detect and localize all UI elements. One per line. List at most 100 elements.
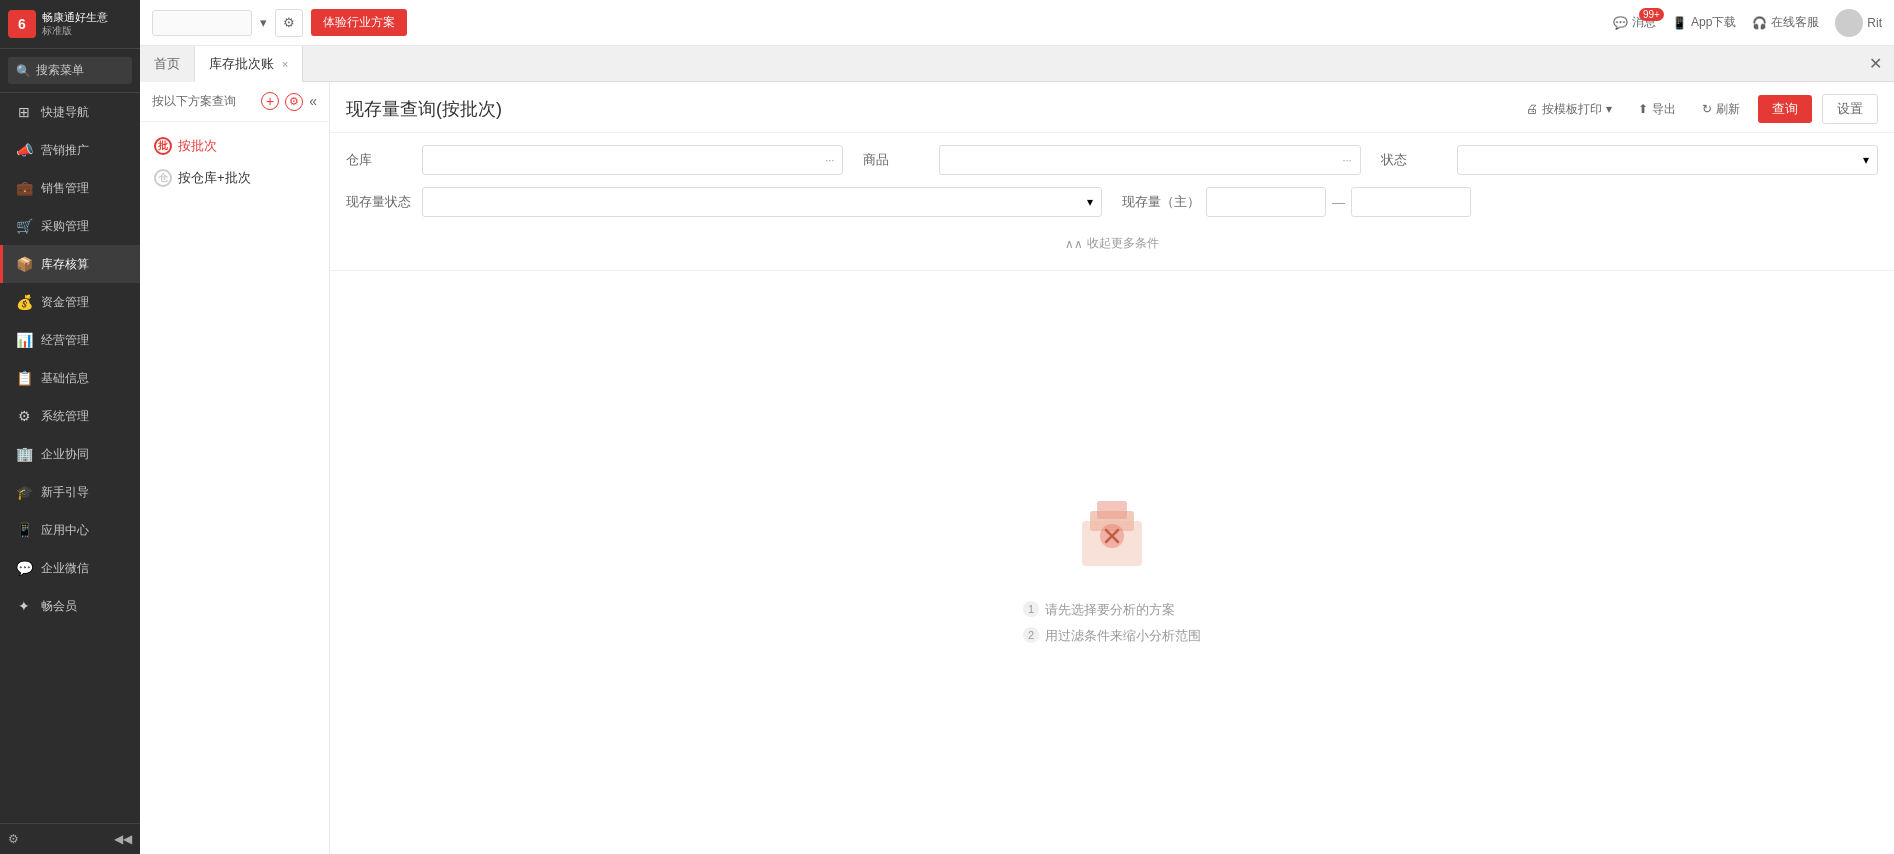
sidebar-item-basic[interactable]: 📋 基础信息 [0, 359, 140, 397]
svg-rect-2 [1097, 501, 1127, 519]
sidebar-item-inventory[interactable]: 📦 库存核算 [0, 245, 140, 283]
sidebar-item-system[interactable]: ⚙ 系统管理 [0, 397, 140, 435]
warehouse-input[interactable]: ··· [422, 145, 843, 175]
status-label: 状态 [1381, 151, 1451, 169]
footer-collapse-button[interactable]: ◀◀ [114, 832, 132, 846]
system-label: 系统管理 [41, 408, 89, 425]
online-support-action[interactable]: 🎧 在线客服 [1752, 14, 1819, 31]
export-button[interactable]: ⬆ 导出 [1630, 97, 1684, 122]
basic-icon: 📋 [15, 369, 33, 387]
product-input[interactable]: ··· [939, 145, 1360, 175]
empty-tip-1: 1 请先选择要分析的方案 [1023, 601, 1201, 619]
status-dropdown-icon: ▾ [1863, 153, 1869, 167]
tab-inventory-batch[interactable]: 库存批次账 × [195, 46, 303, 82]
inventory-qty-label: 现存量（主） [1122, 193, 1200, 211]
edition-label: 标准版 [42, 24, 108, 38]
status-select[interactable]: ▾ [1457, 145, 1878, 175]
print-button[interactable]: 🖨 按模板打印 ▾ [1518, 97, 1620, 122]
basic-label: 基础信息 [41, 370, 89, 387]
settings-icon: ⚙ [8, 832, 19, 846]
scheme-item-warehouse-batch[interactable]: 仓 按仓库+批次 [140, 162, 329, 194]
status-field: 状态 ▾ [1381, 145, 1878, 175]
user-avatar [1835, 9, 1863, 37]
product-more-icon[interactable]: ··· [1342, 154, 1351, 166]
search-menu-label: 搜索菜单 [36, 62, 84, 79]
print-icon: 🖨 [1526, 102, 1538, 116]
collapse-conditions-button[interactable]: ∧∧ 收起更多条件 [1065, 229, 1159, 258]
tab-home[interactable]: 首页 [140, 46, 195, 82]
member-label: 畅会员 [41, 598, 77, 615]
print-dropdown-icon: ▾ [1606, 102, 1612, 116]
sidebar-item-finance[interactable]: 💰 资金管理 [0, 283, 140, 321]
empty-illustration [1062, 481, 1162, 581]
industry-plan-button[interactable]: 体验行业方案 [311, 9, 407, 36]
scheme-item-batch[interactable]: 批 按批次 [140, 130, 329, 162]
sidebar-item-purchase[interactable]: 🛒 采购管理 [0, 207, 140, 245]
newbie-icon: 🎓 [15, 483, 33, 501]
settings-button[interactable]: 设置 [1822, 94, 1878, 124]
page-header: 现存量查询(按批次) 🖨 按模板打印 ▾ ⬆ 导出 ↻ [330, 82, 1894, 133]
sidebar-item-enterprise[interactable]: 🏢 企业协同 [0, 435, 140, 473]
search-icon: 🔍 [16, 64, 31, 78]
member-icon: ✦ [15, 597, 33, 615]
inventory-qty-field: 现存量（主） — [1122, 187, 1878, 217]
inventory-status-select[interactable]: ▾ [422, 187, 1102, 217]
user-name: Rit [1867, 16, 1882, 30]
messages-action[interactable]: 💬 消息 99+ [1613, 14, 1656, 31]
empty-tip-2: 2 用过滤条件来缩小分析范围 [1023, 627, 1201, 645]
collapse-label: 收起更多条件 [1087, 235, 1159, 252]
collapse-chevron-icon: ∧∧ [1065, 237, 1083, 251]
purchase-label: 采购管理 [41, 218, 89, 235]
search-menu-button[interactable]: 🔍 搜索菜单 [8, 57, 132, 84]
user-profile-action[interactable]: Rit [1835, 9, 1882, 37]
sidebar-item-sales[interactable]: 💼 销售管理 [0, 169, 140, 207]
purchase-icon: 🛒 [15, 217, 33, 235]
tab-panel-close-button[interactable]: ✕ [1857, 46, 1894, 82]
inventory-qty-max-input[interactable] [1351, 187, 1471, 217]
app-download-action[interactable]: 📱 App下载 [1672, 14, 1736, 31]
quick-nav-label: 快捷导航 [41, 104, 89, 121]
support-icon: 🎧 [1752, 16, 1767, 30]
app-icon: 📱 [1672, 16, 1687, 30]
topbar-dropdown-button[interactable]: ▾ [260, 15, 267, 30]
sales-icon: 💼 [15, 179, 33, 197]
settings-circle-icon: ⚙ [285, 93, 303, 111]
page-title: 现存量查询(按批次) [346, 97, 502, 121]
collapse-icon: ◀◀ [114, 832, 132, 846]
warehouse-field: 仓库 ··· [346, 145, 843, 175]
tabs-bar: 首页 库存批次账 × ✕ [140, 46, 1894, 82]
app-download-label: App下载 [1691, 14, 1736, 31]
topbar-settings-button[interactable]: ⚙ [275, 9, 303, 37]
sidebar-item-quick-nav[interactable]: ⊞ 快捷导航 [0, 93, 140, 131]
tip-2-num: 2 [1023, 627, 1039, 643]
sidebar-item-wechat[interactable]: 💬 企业微信 [0, 549, 140, 587]
add-scheme-button[interactable]: + [261, 92, 279, 110]
warehouse-more-icon[interactable]: ··· [825, 154, 834, 166]
sidebar-item-apps[interactable]: 📱 应用中心 [0, 511, 140, 549]
empty-tips: 1 请先选择要分析的方案 2 用过滤条件来缩小分析范围 [1023, 601, 1201, 645]
inventory-status-label: 现存量状态 [346, 193, 416, 211]
footer-settings-button[interactable]: ⚙ [8, 832, 19, 846]
tab-close-icon[interactable]: × [282, 58, 288, 70]
logo-icon: 6 [8, 10, 36, 38]
sidebar-item-marketing[interactable]: 📣 营销推广 [0, 131, 140, 169]
sidebar-item-member[interactable]: ✦ 畅会员 [0, 587, 140, 625]
topbar: ▾ ⚙ 体验行业方案 💬 消息 99+ 📱 App下载 🎧 [140, 0, 1894, 46]
inventory-icon: 📦 [15, 255, 33, 273]
inventory-qty-min-input[interactable] [1206, 187, 1326, 217]
inventory-status-dropdown-icon: ▾ [1087, 195, 1093, 209]
refresh-button[interactable]: ↻ 刷新 [1694, 97, 1748, 122]
scheme-batch-icon: 批 [154, 137, 172, 155]
finance-label: 资金管理 [41, 294, 89, 311]
apps-label: 应用中心 [41, 522, 89, 539]
operations-icon: 📊 [15, 331, 33, 349]
topbar-search-input[interactable] [152, 10, 252, 36]
scheme-settings-button[interactable]: ⚙ [285, 92, 303, 111]
sidebar-item-operations[interactable]: 📊 经营管理 [0, 321, 140, 359]
sidebar-item-newbie[interactable]: 🎓 新手引导 [0, 473, 140, 511]
messages-badge: 99+ [1639, 8, 1664, 21]
filter-collapse-button[interactable]: « [309, 93, 317, 109]
query-button[interactable]: 查询 [1758, 95, 1812, 123]
filter-panel-header: 按以下方案查询 + ⚙ « [140, 82, 329, 122]
product-label: 商品 [863, 151, 933, 169]
